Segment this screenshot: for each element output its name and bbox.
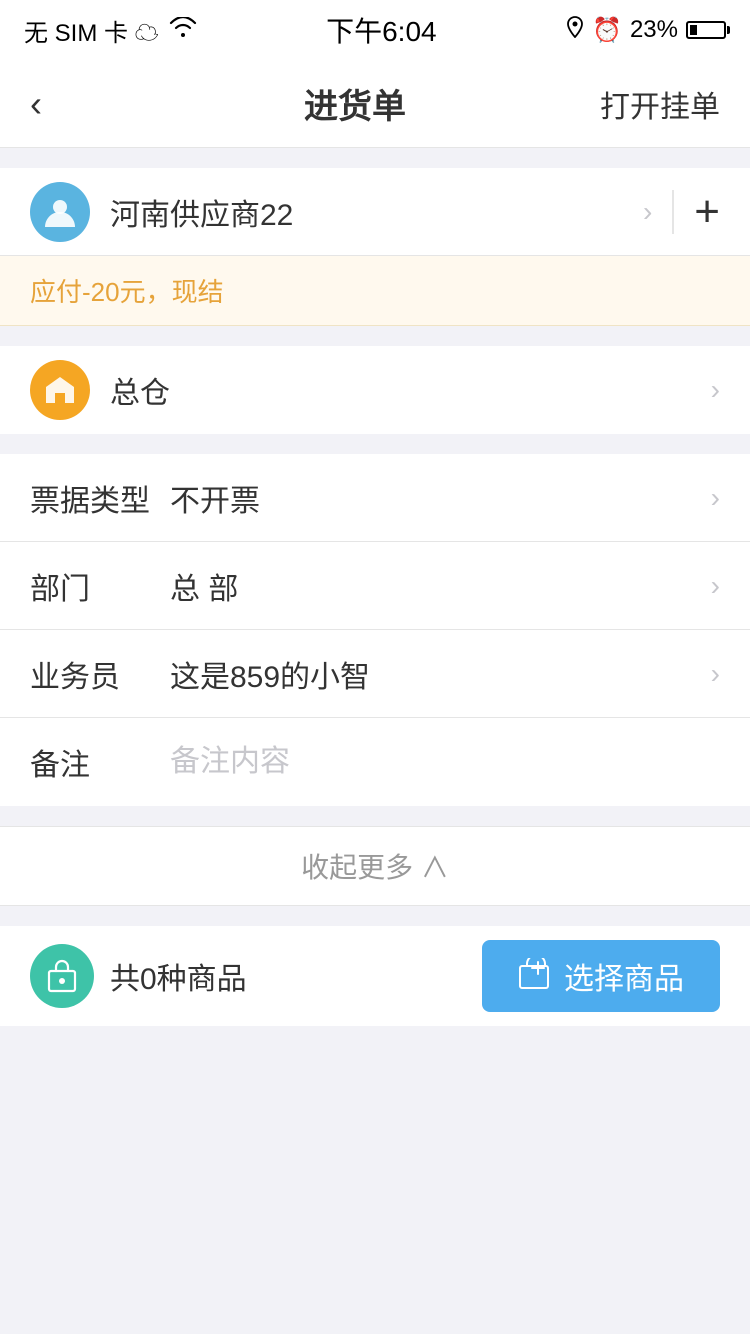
back-button[interactable]: ‹ [30, 83, 110, 125]
salesperson-label: 业务员 [30, 652, 170, 696]
supplier-chevron-icon: › [643, 196, 652, 228]
salesperson-row[interactable]: 业务员 这是859的小智 › [0, 630, 750, 718]
status-time: 下午6:04 [326, 10, 437, 50]
warehouse-icon [30, 360, 90, 420]
location-icon [566, 16, 584, 45]
collapse-button[interactable]: 收起更多 ∧ [0, 826, 750, 906]
supplier-name: 河南供应商22 [110, 190, 643, 234]
salesperson-value: 这是859的小智 [170, 652, 711, 696]
department-row[interactable]: 部门 总 部 › [0, 542, 750, 630]
nav-bar: ‹ 进货单 打开挂单 [0, 60, 750, 148]
warehouse-chevron-icon: › [711, 374, 720, 406]
status-right: ⏰ 23% [566, 16, 726, 45]
no-sim-label: 无 SIM 卡 ☁ [24, 13, 159, 48]
open-pending-button[interactable]: 打开挂单 [600, 82, 720, 126]
invoice-type-chevron-icon: › [711, 482, 720, 514]
supplier-row[interactable]: 河南供应商22 › + [0, 168, 750, 256]
department-chevron-icon: › [711, 570, 720, 602]
select-product-label: 选择商品 [564, 954, 684, 998]
page-title: 进货单 [304, 79, 406, 128]
salesperson-chevron-icon: › [711, 658, 720, 690]
status-bar: 无 SIM 卡 ☁ 下午6:04 ⏰ 23% [0, 0, 750, 60]
warehouse-name: 总仓 [110, 368, 711, 412]
divider-top [0, 148, 750, 168]
remark-row[interactable]: 备注 [0, 718, 750, 806]
invoice-type-label: 票据类型 [30, 476, 170, 520]
wifi-icon [169, 16, 197, 44]
page-fill [0, 1026, 750, 1226]
battery-icon [686, 21, 726, 39]
invoice-type-row[interactable]: 票据类型 不开票 › [0, 454, 750, 542]
collapse-label: 收起更多 ∧ [301, 846, 449, 886]
bottom-bar: 共0种商品 选择商品 [0, 926, 750, 1026]
notice-bar: 应付-20元，现结 [0, 256, 750, 326]
product-count-text: 共0种商品 [110, 954, 247, 998]
alarm-icon: ⏰ [592, 16, 622, 45]
department-label: 部门 [30, 564, 170, 608]
status-left: 无 SIM 卡 ☁ [24, 13, 197, 48]
battery-percent: 23% [630, 16, 678, 44]
warehouse-row[interactable]: 总仓 › [0, 346, 750, 434]
select-product-icon [518, 958, 554, 994]
supplier-row-right: › + [643, 190, 720, 234]
remark-input[interactable] [170, 745, 720, 779]
remark-label: 备注 [30, 740, 170, 784]
department-value: 总 部 [170, 564, 711, 608]
add-supplier-button[interactable]: + [694, 190, 720, 234]
product-icon [30, 944, 94, 1008]
select-product-button[interactable]: 选择商品 [482, 940, 720, 1012]
product-count-wrap: 共0种商品 [30, 944, 247, 1008]
supplier-avatar [30, 182, 90, 242]
invoice-type-value: 不开票 [170, 476, 711, 520]
form-section: 票据类型 不开票 › 部门 总 部 › 业务员 这是859的小智 › 备注 [0, 454, 750, 806]
